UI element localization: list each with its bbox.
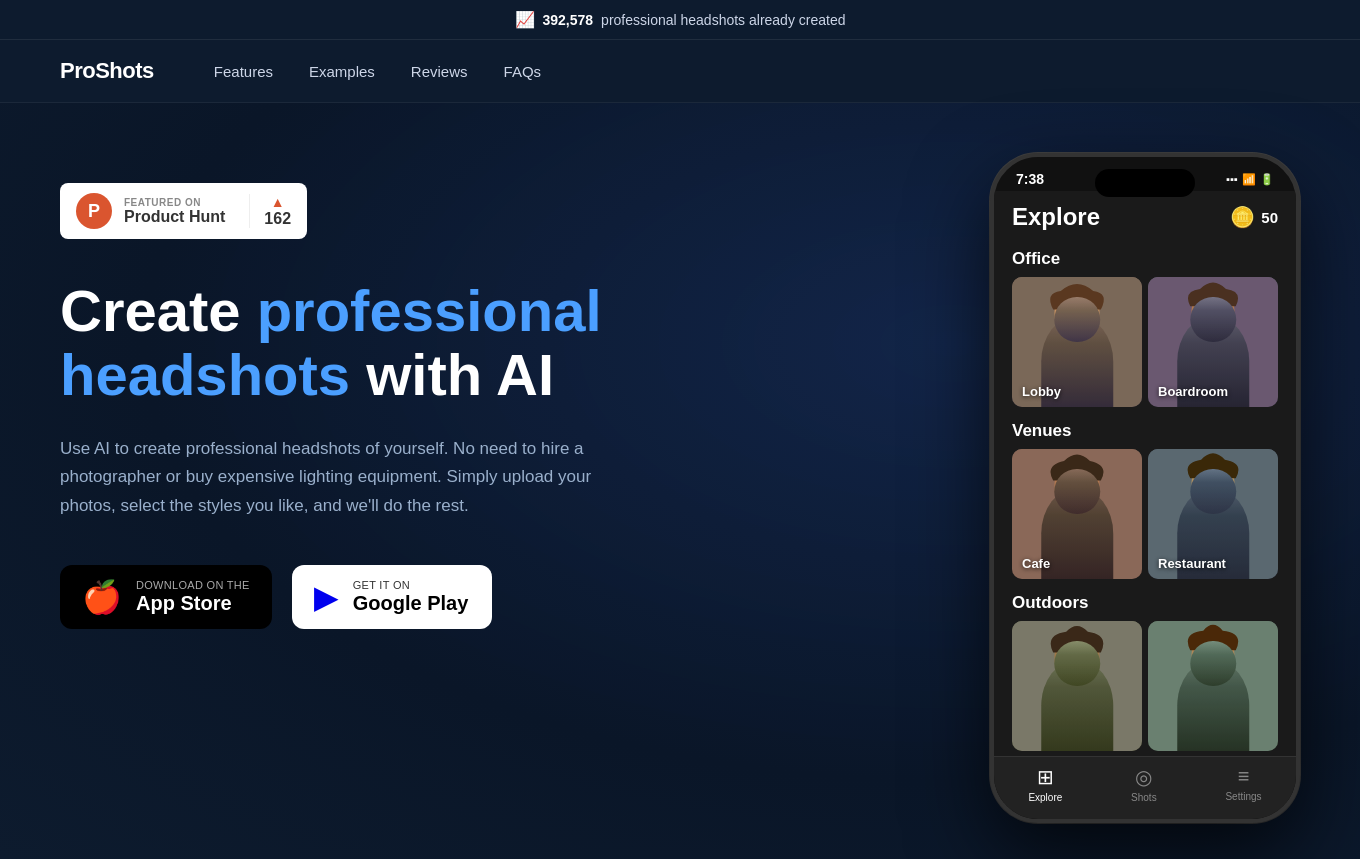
restaurant-label: Restaurant <box>1158 556 1226 571</box>
hero-description: Use AI to create professional headshots … <box>60 435 640 522</box>
office-section-label: Office <box>994 239 1296 277</box>
logo[interactable]: ProShots <box>60 58 154 84</box>
battery-icon: 🔋 <box>1260 173 1274 186</box>
product-hunt-text: FEATURED ON Product Hunt <box>124 197 225 226</box>
bottom-nav: ⊞ Explore ◎ Shots ≡ Settings <box>994 756 1296 819</box>
outdoor-2-svg <box>1148 621 1278 751</box>
boardroom-card[interactable]: Boardroom <box>1148 277 1278 407</box>
googleplay-button[interactable]: ▶ GET IT ON Google Play <box>292 565 492 629</box>
nav-examples[interactable]: Examples <box>309 63 375 80</box>
settings-label: Settings <box>1225 791 1261 802</box>
phone-frame: 7:38 ▪▪▪ 📶 🔋 Explore 🪙 50 <box>990 153 1300 823</box>
dynamic-island <box>1095 169 1195 197</box>
appstore-button[interactable]: 🍎 Download on the App Store <box>60 565 272 629</box>
venues-grid: Cafe Restaurant <box>994 449 1296 579</box>
nav-features[interactable]: Features <box>214 63 273 80</box>
product-hunt-badge[interactable]: P FEATURED ON Product Hunt ▲ 162 <box>60 183 307 239</box>
stat-number: 392,578 <box>543 12 594 28</box>
svg-rect-11 <box>1148 621 1278 751</box>
googleplay-text: GET IT ON Google Play <box>353 579 469 615</box>
phone-wrapper: 7:38 ▪▪▪ 📶 🔋 Explore 🪙 50 <box>990 153 1300 823</box>
nav-tab-settings[interactable]: ≡ Settings <box>1225 765 1261 803</box>
nav-tab-shots[interactable]: ◎ Shots <box>1131 765 1157 803</box>
outdoor-1-svg <box>1012 621 1142 751</box>
ph-name-label: Product Hunt <box>124 208 225 226</box>
hero-title-create: Create <box>60 278 257 343</box>
shots-icon: ◎ <box>1135 765 1152 789</box>
outdoor-image-1 <box>1012 621 1142 751</box>
svg-rect-9 <box>1012 621 1142 751</box>
download-buttons: 🍎 Download on the App Store ▶ GET IT ON … <box>60 565 740 629</box>
coin-icon: 🪙 <box>1230 205 1255 229</box>
nav-faqs[interactable]: FAQs <box>504 63 542 80</box>
ph-featured-on-label: FEATURED ON <box>124 197 225 208</box>
navigation: ProShots Features Examples Reviews FAQs <box>0 40 1360 103</box>
phone-screen[interactable]: Explore 🪙 50 Office <box>994 191 1296 803</box>
outdoor-image-2 <box>1148 621 1278 751</box>
outdoor-card-2[interactable] <box>1148 621 1278 751</box>
appstore-big-label: App Store <box>136 591 250 615</box>
coin-badge: 🪙 50 <box>1230 205 1278 229</box>
appstore-text: Download on the App Store <box>136 579 250 615</box>
status-time: 7:38 <box>1016 171 1044 187</box>
googleplay-small-label: GET IT ON <box>353 579 469 591</box>
coin-count: 50 <box>1261 209 1278 226</box>
appstore-small-label: Download on the <box>136 579 250 591</box>
hero-title-headshots: headshots <box>60 342 350 407</box>
ph-count: 162 <box>264 210 291 228</box>
nav-tab-explore[interactable]: ⊞ Explore <box>1028 765 1062 803</box>
ph-votes: ▲ 162 <box>249 194 291 228</box>
stat-text: professional headshots already created <box>601 12 845 28</box>
nav-reviews[interactable]: Reviews <box>411 63 468 80</box>
apple-icon: 🍎 <box>82 581 122 613</box>
signal-icon: ▪▪▪ <box>1226 173 1238 185</box>
ph-arrow-icon: ▲ <box>271 194 285 210</box>
app-title: Explore <box>1012 203 1100 231</box>
wifi-icon: 📶 <box>1242 173 1256 186</box>
cafe-label: Cafe <box>1022 556 1050 571</box>
top-banner: 📈 392,578 professional headshots already… <box>0 0 1360 40</box>
hero-title-with-ai: with AI <box>350 342 554 407</box>
restaurant-card[interactable]: Restaurant <box>1148 449 1278 579</box>
settings-icon: ≡ <box>1238 765 1250 788</box>
outdoors-grid <box>994 621 1296 751</box>
app-header: Explore 🪙 50 <box>994 191 1296 239</box>
hero-title-professional: professional <box>257 278 602 343</box>
product-hunt-logo: P <box>76 193 112 229</box>
nav-links: Features Examples Reviews FAQs <box>214 63 541 80</box>
venues-section-label: Venues <box>994 411 1296 449</box>
outdoors-section-label: Outdoors <box>994 583 1296 621</box>
explore-icon: ⊞ <box>1037 765 1054 789</box>
trend-icon: 📈 <box>515 10 535 29</box>
shots-label: Shots <box>1131 792 1157 803</box>
google-play-icon: ▶ <box>314 581 339 613</box>
cafe-card[interactable]: Cafe <box>1012 449 1142 579</box>
office-grid: Lobby Boardroom <box>994 277 1296 407</box>
status-icons: ▪▪▪ 📶 🔋 <box>1226 173 1274 186</box>
lobby-card[interactable]: Lobby <box>1012 277 1142 407</box>
googleplay-big-label: Google Play <box>353 591 469 615</box>
boardroom-label: Boardroom <box>1158 384 1228 399</box>
explore-label: Explore <box>1028 792 1062 803</box>
main-wrapper: P FEATURED ON Product Hunt ▲ 162 Create … <box>0 103 1360 859</box>
lobby-label: Lobby <box>1022 384 1061 399</box>
outdoor-card-1[interactable] <box>1012 621 1142 751</box>
hero-section: P FEATURED ON Product Hunt ▲ 162 Create … <box>60 153 740 629</box>
hero-title: Create professional headshots with AI <box>60 279 740 407</box>
